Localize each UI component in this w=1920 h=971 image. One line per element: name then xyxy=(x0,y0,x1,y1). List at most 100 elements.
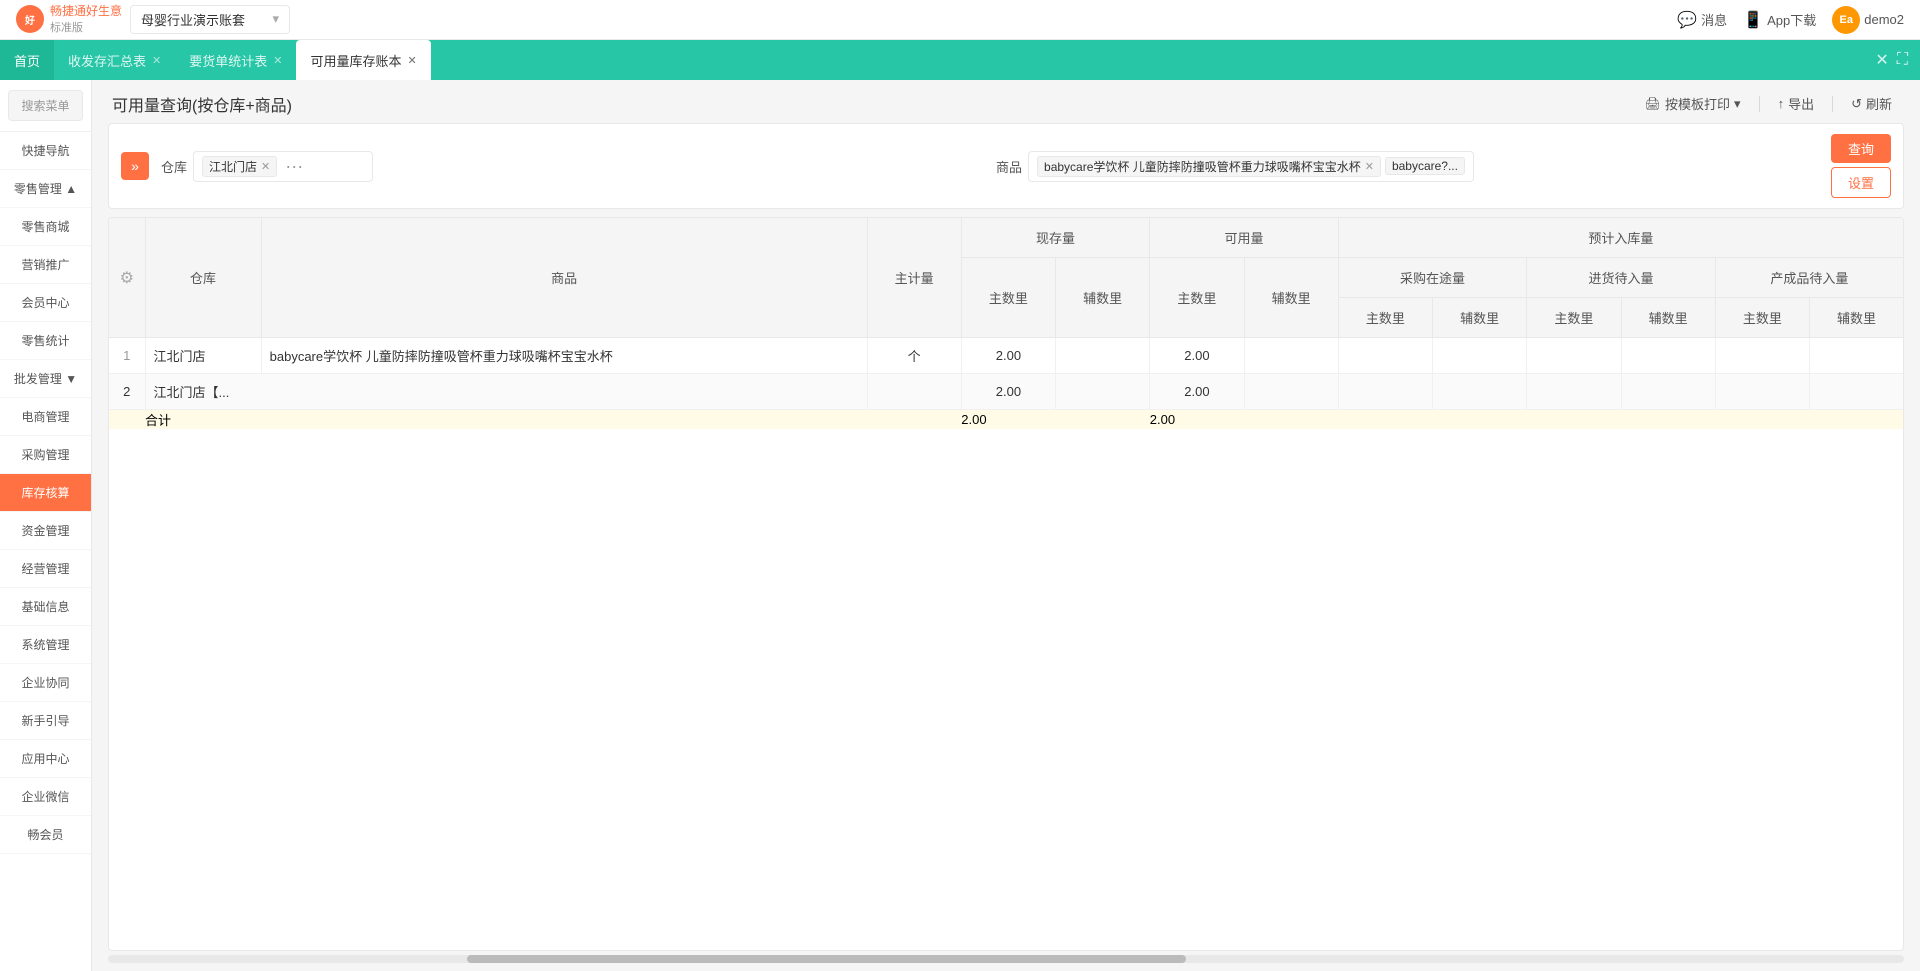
row-purchase-transit-main xyxy=(1338,338,1432,374)
col-purchase-transit-main-header: 主数里 xyxy=(1338,298,1432,338)
filter-toggle-button[interactable]: » xyxy=(121,152,149,180)
template-print-button[interactable]: 🖨 按模板打印 ▾ xyxy=(1637,90,1749,117)
tab-close-icon[interactable]: ✕ xyxy=(273,54,282,67)
row-avail-main: 2.00 xyxy=(1150,338,1244,374)
row-seq: 1 xyxy=(109,338,145,374)
industry-label: 母婴行业演示账套 xyxy=(141,10,245,29)
total-finished-main xyxy=(1715,410,1809,430)
sidebar-item-app-center[interactable]: 应用中心 xyxy=(0,740,91,778)
export-button[interactable]: ↑ 导出 xyxy=(1770,90,1823,117)
col-finished-main-header: 主数里 xyxy=(1715,298,1809,338)
col-settings-header[interactable]: ⚙ xyxy=(109,218,145,338)
sidebar-item-ops-mgmt[interactable]: 经营管理 xyxy=(0,550,91,588)
refresh-label: 刷新 xyxy=(1866,94,1892,113)
app-download-label: App下载 xyxy=(1767,10,1816,29)
row-product: babycare学饮杯 儿童防摔防撞吸管杯重力球吸嘴杯宝宝水杯 xyxy=(261,338,867,374)
col-forecast-group-header: 预计入库量 xyxy=(1338,218,1903,258)
col-stock-group-header: 现存量 xyxy=(961,218,1150,258)
expand-icon: ▼ xyxy=(65,372,77,386)
scrollbar-thumb[interactable] xyxy=(467,955,1185,963)
inventory-table: ⚙ 仓库 商品 主计量 现存量 可用量 预计入库量 主数里 辅数里 主数里 辅数… xyxy=(109,218,1903,429)
col-stock-main-header: 主数里 xyxy=(961,258,1055,338)
user-menu[interactable]: Ea demo2 xyxy=(1832,6,1904,34)
row-stock-main: 2.00 xyxy=(961,338,1055,374)
sidebar-item-basic-info[interactable]: 基础信息 xyxy=(0,588,91,626)
logo-area: 好 畅捷通好生意 标准版 xyxy=(16,4,122,34)
table-row: 1 江北门店 babycare学饮杯 儿童防摔防撞吸管杯重力球吸嘴杯宝宝水杯 个… xyxy=(109,338,1903,374)
sidebar-search-area: 搜索菜单 xyxy=(0,80,91,132)
sidebar-item-retail-mall[interactable]: 零售商城 xyxy=(0,208,91,246)
table-container: ⚙ 仓库 商品 主计量 现存量 可用量 预计入库量 主数里 辅数里 主数里 辅数… xyxy=(108,217,1904,951)
page-title: 可用量查询(按仓库+商品) xyxy=(112,92,292,116)
tab-close-icon[interactable]: ✕ xyxy=(408,54,417,67)
avatar: Ea xyxy=(1832,6,1860,34)
sidebar-item-vip-member[interactable]: 畅会员 xyxy=(0,816,91,854)
main-layout: 搜索菜单 快捷导航 零售管理 ▲ 零售商城 营销推广 会员中心 零售统计 批发管… xyxy=(0,80,1920,971)
horizontal-scrollbar[interactable] xyxy=(108,955,1904,963)
settings-button[interactable]: 设置 xyxy=(1831,167,1891,198)
app-download-button[interactable]: 📱 App下载 xyxy=(1743,10,1816,30)
tab-home[interactable]: 首页 xyxy=(0,40,54,80)
col-finished-aux-header: 辅数里 xyxy=(1810,298,1903,338)
col-purchase-transit-aux-header: 辅数里 xyxy=(1433,298,1527,338)
message-button[interactable]: 💬 消息 xyxy=(1677,10,1727,30)
tab-bar: 首页 收发存汇总表 ✕ 要货单统计表 ✕ 可用量库存账本 ✕ ✕ ⛶ xyxy=(0,40,1920,80)
sidebar-item-wholesale-mgmt[interactable]: 批发管理 ▼ xyxy=(0,360,91,398)
total-incoming-main xyxy=(1527,410,1621,430)
col-incoming-main-header: 主数里 xyxy=(1527,298,1621,338)
sidebar-item-marketing[interactable]: 营销推广 xyxy=(0,246,91,284)
sidebar-item-retail-stats[interactable]: 零售统计 xyxy=(0,322,91,360)
col-avail-main-header: 主数里 xyxy=(1150,258,1244,338)
industry-selector[interactable]: 母婴行业演示账套 ▾ xyxy=(130,5,290,34)
tab-receive-pay[interactable]: 收发存汇总表 ✕ xyxy=(54,40,175,80)
sidebar-item-enterprise-wechat[interactable]: 企业微信 xyxy=(0,778,91,816)
message-icon: 💬 xyxy=(1677,10,1697,30)
header-left: 好 畅捷通好生意 标准版 母婴行业演示账套 ▾ xyxy=(16,4,290,34)
close-all-tabs-button[interactable]: ✕ xyxy=(1875,50,1888,70)
product-filter-input[interactable]: babycare学饮杯 儿童防摔防撞吸管杯重力球吸嘴杯宝宝水杯 ✕ babyca… xyxy=(1028,151,1474,182)
sidebar-item-quick-nav[interactable]: 快捷导航 xyxy=(0,132,91,170)
sidebar-item-inventory-check[interactable]: 库存核算 xyxy=(0,474,91,512)
col-product-header: 商品 xyxy=(261,218,867,338)
sidebar-item-purchase-mgmt[interactable]: 采购管理 xyxy=(0,436,91,474)
export-icon: ↑ xyxy=(1778,96,1785,111)
sidebar-item-finance-mgmt[interactable]: 资金管理 xyxy=(0,512,91,550)
sidebar-item-enterprise-collab[interactable]: 企业协同 xyxy=(0,664,91,702)
total-stock-main: 2.00 xyxy=(961,410,1055,430)
warehouse-tag-remove[interactable]: ✕ xyxy=(261,160,270,173)
refresh-button[interactable]: ↺ 刷新 xyxy=(1843,90,1900,117)
sidebar-item-new-guide[interactable]: 新手引导 xyxy=(0,702,91,740)
sidebar: 搜索菜单 快捷导航 零售管理 ▲ 零售商城 营销推广 会员中心 零售统计 批发管… xyxy=(0,80,92,971)
settings-gear-icon[interactable]: ⚙ xyxy=(120,270,134,287)
sidebar-item-member-center[interactable]: 会员中心 xyxy=(0,284,91,322)
query-button[interactable]: 查询 xyxy=(1831,134,1891,163)
logo-text-area: 畅捷通好生意 标准版 xyxy=(50,4,122,34)
tab-order-stats-label: 要货单统计表 xyxy=(189,51,267,70)
col-finished-group-header: 产成品待入量 xyxy=(1715,258,1903,298)
col-stock-aux-header: 辅数里 xyxy=(1056,258,1150,338)
refresh-icon: ↺ xyxy=(1851,96,1862,112)
group-avail-aux xyxy=(1244,374,1338,410)
tab-order-stats[interactable]: 要货单统计表 ✕ xyxy=(175,40,296,80)
fullscreen-button[interactable]: ⛶ xyxy=(1897,51,1908,69)
more-icon[interactable]: ··· xyxy=(281,156,307,177)
sidebar-search-button[interactable]: 搜索菜单 xyxy=(8,90,83,121)
group-stock-aux xyxy=(1056,374,1150,410)
total-seq xyxy=(109,410,145,430)
group-purchase-transit-aux xyxy=(1433,374,1527,410)
group-incoming-main xyxy=(1527,374,1621,410)
product-tag-2: babycare?... xyxy=(1385,157,1465,175)
sidebar-item-ecommerce-mgmt[interactable]: 电商管理 xyxy=(0,398,91,436)
col-incoming-group-header: 进货待入量 xyxy=(1527,258,1716,298)
row-unit: 个 xyxy=(867,338,961,374)
product-tag-1-remove[interactable]: ✕ xyxy=(1365,160,1374,173)
sidebar-item-retail-mgmt[interactable]: 零售管理 ▲ xyxy=(0,170,91,208)
warehouse-filter-input[interactable]: 江北门店 ✕ ··· xyxy=(193,151,373,182)
sidebar-item-system-mgmt[interactable]: 系统管理 xyxy=(0,626,91,664)
tab-home-label: 首页 xyxy=(14,51,40,70)
tab-close-icon[interactable]: ✕ xyxy=(152,54,161,67)
product-tag-1: babycare学饮杯 儿童防摔防撞吸管杯重力球吸嘴杯宝宝水杯 ✕ xyxy=(1037,156,1381,177)
tab-available-inventory[interactable]: 可用量库存账本 ✕ xyxy=(296,40,430,80)
top-header: 好 畅捷通好生意 标准版 母婴行业演示账套 ▾ 💬 消息 📱 App下载 Ea … xyxy=(0,0,1920,40)
col-avail-aux-header: 辅数里 xyxy=(1244,258,1338,338)
